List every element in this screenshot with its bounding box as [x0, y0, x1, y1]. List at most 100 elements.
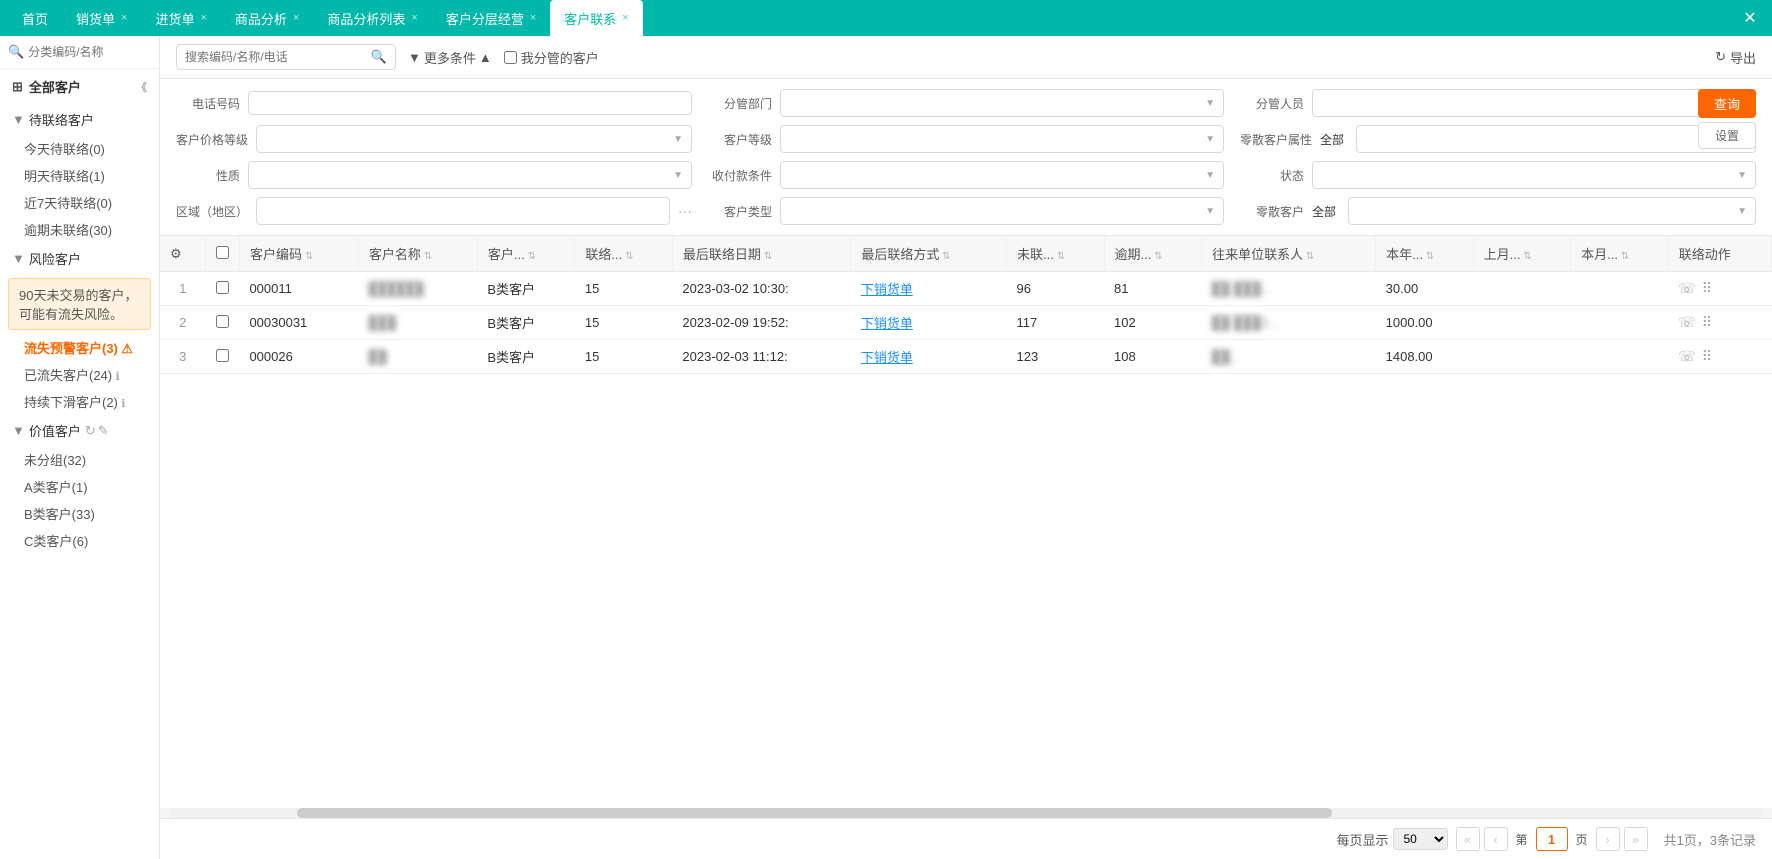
- my-customer-check[interactable]: [504, 51, 517, 64]
- chevron-up-icon: ▲: [479, 50, 492, 65]
- col-this-year[interactable]: 本年...: [1376, 236, 1474, 272]
- refresh-icon[interactable]: ↻: [85, 423, 96, 439]
- nav-purchase[interactable]: 进货单 ×: [141, 0, 220, 36]
- col-this-month[interactable]: 本月...: [1571, 236, 1669, 272]
- more-action-icon[interactable]: ⠿: [1702, 314, 1712, 331]
- close-goods-list-tab[interactable]: ×: [411, 12, 417, 24]
- last-contact-method[interactable]: 下销货单: [851, 272, 1007, 306]
- sidebar-item-week[interactable]: 近7天待联络(0): [0, 189, 159, 216]
- col-contact-person[interactable]: 往来单位联系人: [1202, 236, 1376, 272]
- sidebar-group-value[interactable]: ▼ 价值客户 ↻ ✎: [0, 415, 159, 446]
- close-goods-analysis-tab[interactable]: ×: [293, 12, 299, 24]
- sidebar-item-class-a[interactable]: A类客户(1): [0, 473, 159, 500]
- last-contact-date: 2023-02-09 19:52:: [672, 306, 850, 340]
- col-customer-code[interactable]: 客户编码: [239, 236, 358, 272]
- col-last-contact-method[interactable]: 最后联络方式: [851, 236, 1007, 272]
- price-grade-select[interactable]: ▼: [256, 125, 692, 153]
- window-close-button[interactable]: ✕: [1736, 4, 1764, 32]
- call-action-icon[interactable]: ☏: [1678, 280, 1696, 297]
- last-contact-method[interactable]: 下销货单: [851, 306, 1007, 340]
- main-search-icon[interactable]: 🔍: [371, 49, 387, 65]
- sidebar-item-today[interactable]: 今天待联络(0): [0, 135, 159, 162]
- refresh-icon-btn: ↻: [1715, 49, 1726, 65]
- phone-input[interactable]: [248, 91, 692, 115]
- sidebar-group-pending[interactable]: ▼ 待联络客户: [0, 104, 159, 135]
- sidebar-search-input[interactable]: [28, 45, 151, 59]
- col-settings[interactable]: ⚙: [160, 236, 205, 272]
- col-contact-count[interactable]: 联络...: [575, 236, 673, 272]
- customer-grade-select[interactable]: ▼: [780, 125, 1224, 153]
- sidebar-item-declining[interactable]: 持续下滑客户(2) ℹ: [0, 388, 159, 415]
- region-more-icon[interactable]: ···: [678, 203, 692, 219]
- select-all-checkbox[interactable]: [216, 246, 229, 259]
- nav-home[interactable]: 首页: [8, 0, 62, 36]
- sidebar-item-churned[interactable]: 已流失客户(24) ℹ: [0, 361, 159, 388]
- manager-select[interactable]: [1312, 89, 1734, 117]
- filter-phone: 电话号码: [176, 89, 692, 117]
- sidebar-item-ungrouped[interactable]: 未分组(32): [0, 446, 159, 473]
- more-action-icon[interactable]: ⠿: [1702, 348, 1712, 365]
- region-select[interactable]: [256, 197, 670, 225]
- sidebar-group-risk[interactable]: ▼ 风险客户: [0, 243, 159, 274]
- last-contact-date: 2023-02-03 11:12:: [672, 340, 850, 374]
- current-page-input[interactable]: [1536, 827, 1568, 851]
- sidebar-item-churn-warning[interactable]: 流失预警客户(3) ⚠: [0, 334, 159, 361]
- sidebar-item-overdue[interactable]: 逾期未联络(30): [0, 216, 159, 243]
- query-button[interactable]: 查询: [1698, 89, 1756, 118]
- chevron-down-rc: ▼: [1737, 206, 1747, 217]
- col-customer-type[interactable]: 客户...: [477, 236, 575, 272]
- row-index: 2: [160, 306, 205, 340]
- nature-select[interactable]: ▼: [248, 161, 692, 189]
- col-checkbox[interactable]: [205, 236, 239, 272]
- row-checkbox[interactable]: [205, 340, 239, 374]
- main-search-box[interactable]: 🔍: [176, 44, 396, 70]
- page-size-select[interactable]: 50 100: [1393, 828, 1448, 850]
- more-action-icon[interactable]: ⠿: [1702, 280, 1712, 297]
- setting-button[interactable]: 设置: [1698, 122, 1756, 149]
- horizontal-scrollbar[interactable]: [170, 808, 1762, 818]
- my-customer-checkbox[interactable]: 我分管的客户: [504, 48, 599, 67]
- first-page-btn[interactable]: «: [1456, 827, 1480, 851]
- export-button[interactable]: ↻ 导出: [1715, 48, 1756, 67]
- col-overdue[interactable]: 逾期...: [1104, 236, 1202, 272]
- close-contact-tab[interactable]: ×: [622, 12, 628, 24]
- last-contact-method[interactable]: 下销货单: [851, 340, 1007, 374]
- row-checkbox[interactable]: [205, 306, 239, 340]
- next-page-btn[interactable]: ›: [1596, 827, 1620, 851]
- close-segment-tab[interactable]: ×: [530, 12, 536, 24]
- more-conditions-btn[interactable]: ▼ 更多条件 ▲: [408, 48, 492, 67]
- col-customer-name[interactable]: 客户名称: [358, 236, 477, 272]
- call-action-icon[interactable]: ☏: [1678, 348, 1696, 365]
- nav-goods-list[interactable]: 商品分析列表 ×: [313, 0, 431, 36]
- retail-customer-select[interactable]: ▼: [1348, 197, 1756, 225]
- sidebar-item-class-c[interactable]: C类客户(6): [0, 527, 159, 554]
- retail-attr-select[interactable]: ▼: [1356, 125, 1756, 153]
- status-select[interactable]: ▼: [1312, 161, 1756, 189]
- col-uncontacted[interactable]: 未联...: [1007, 236, 1105, 272]
- nav-goods-analysis[interactable]: 商品分析 ×: [221, 0, 313, 36]
- col-last-contact-date[interactable]: 最后联络日期: [672, 236, 850, 272]
- last-page-btn[interactable]: »: [1624, 827, 1648, 851]
- main-search-input[interactable]: [185, 50, 367, 64]
- close-sales-tab[interactable]: ×: [121, 12, 127, 24]
- sidebar-search-icon: 🔍: [8, 44, 24, 60]
- call-action-icon[interactable]: ☏: [1678, 314, 1696, 331]
- nav-customer-segment[interactable]: 客户分层经营 ×: [432, 0, 550, 36]
- customer-type-select[interactable]: ▼: [780, 197, 1224, 225]
- sidebar-item-class-b[interactable]: B类客户(33): [0, 500, 159, 527]
- nav-sales[interactable]: 销货单 ×: [62, 0, 141, 36]
- sidebar-search-box[interactable]: 🔍: [0, 36, 159, 69]
- edit-icon[interactable]: ✎: [98, 423, 109, 439]
- customer-name: ███: [358, 306, 477, 340]
- nav-customer-contact[interactable]: 客户联系 ×: [550, 0, 642, 36]
- payment-select[interactable]: ▼: [780, 161, 1224, 189]
- prev-page-btn[interactable]: ‹: [1484, 827, 1508, 851]
- row-checkbox[interactable]: [205, 272, 239, 306]
- sidebar-item-tomorrow[interactable]: 明天待联络(1): [0, 162, 159, 189]
- sidebar-all-customers[interactable]: ⊞ 全部客户 《: [0, 69, 159, 104]
- close-purchase-tab[interactable]: ×: [200, 12, 206, 24]
- col-last-month[interactable]: 上月...: [1473, 236, 1571, 272]
- total-info: 共1页，3条记录: [1664, 830, 1756, 849]
- dept-select[interactable]: ▼: [780, 89, 1224, 117]
- scrollbar-thumb[interactable]: [297, 808, 1332, 818]
